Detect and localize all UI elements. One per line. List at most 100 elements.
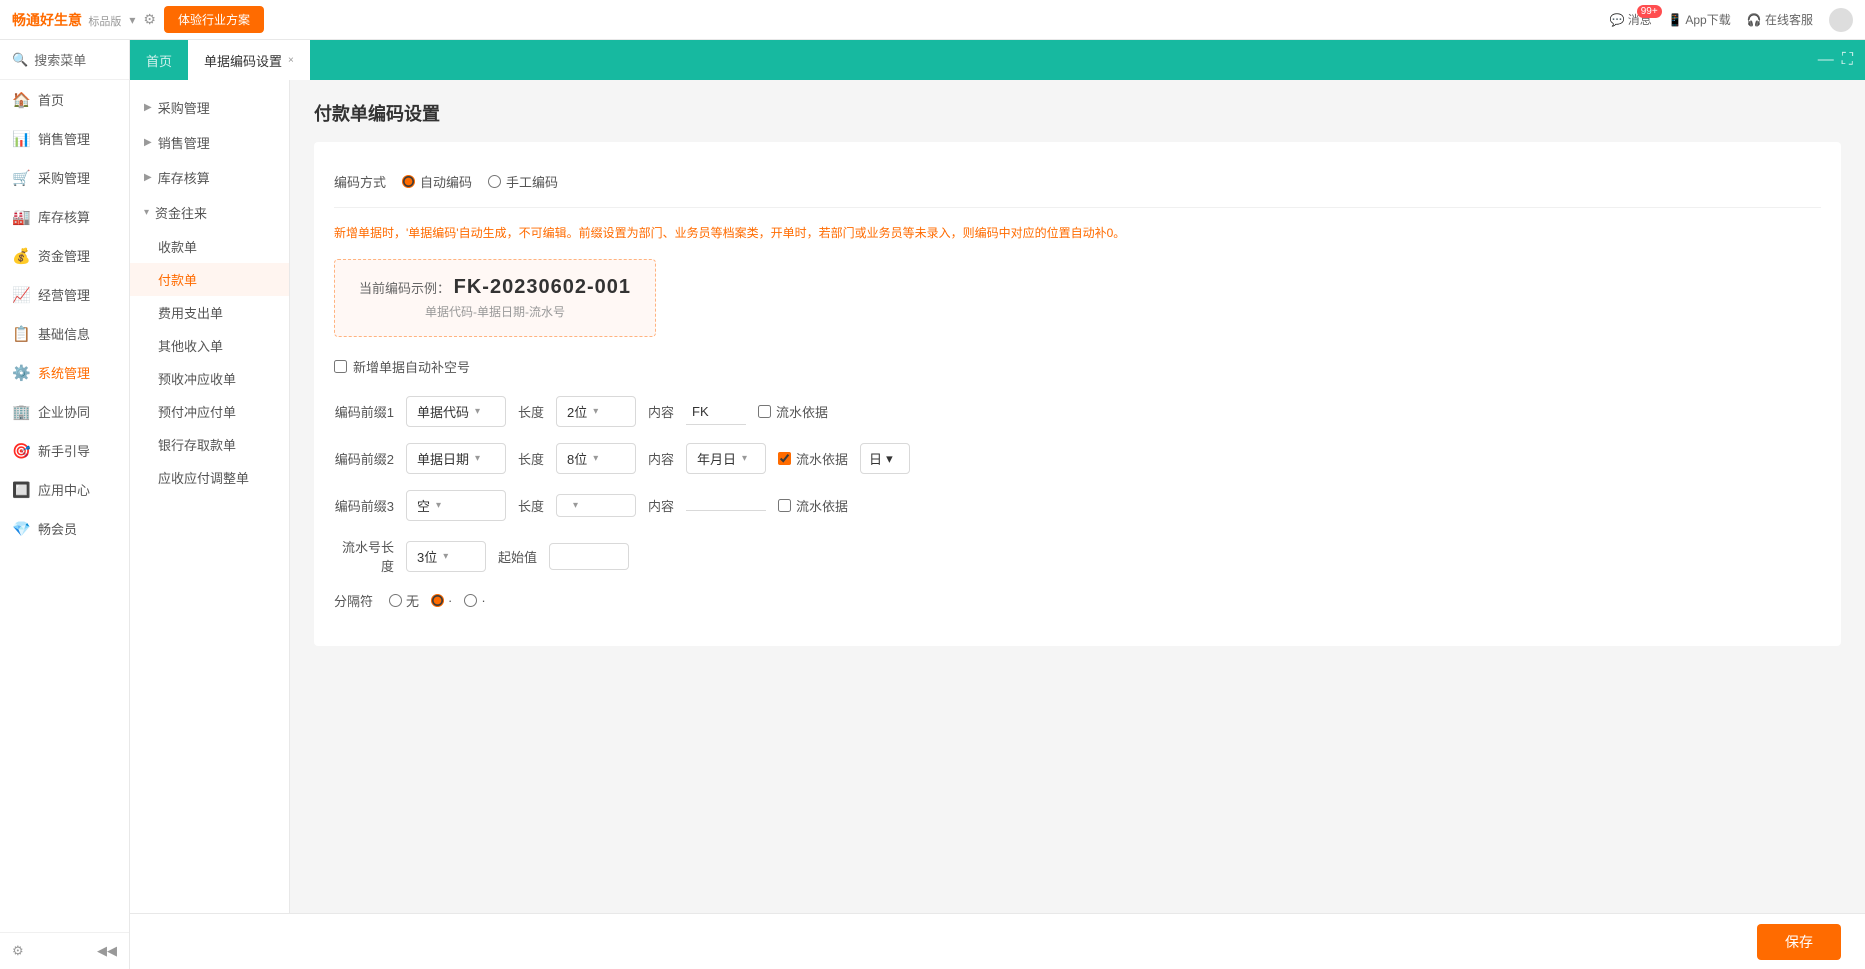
basic-icon: 📋 xyxy=(12,325,30,343)
sidebar-collapse-icon[interactable]: ◀◀ xyxy=(97,943,117,959)
home-icon: 🏠 xyxy=(12,91,30,109)
prefix2-content-select[interactable]: 年月日 ▾ xyxy=(686,443,766,474)
prefix3-type-select[interactable]: 空 ▾ xyxy=(406,490,506,521)
prefix2-period-arrow: ▾ xyxy=(886,451,893,467)
sales-icon: 📊 xyxy=(12,130,30,148)
sidebar-item-purchase[interactable]: 🛒 采购管理 xyxy=(0,158,129,197)
nav-item-receipt[interactable]: 收款单 xyxy=(130,230,289,263)
nav-item-pre-receive[interactable]: 预收冲应收单 xyxy=(130,362,289,395)
nav-arrow-finance: ▾ xyxy=(144,207,149,218)
prefix2-row: 编码前缀2 单据日期 ▾ 长度 8位 ▾ 内容 年月日 xyxy=(334,443,1821,474)
separator-label: 分隔符 xyxy=(334,591,373,610)
prefix3-watermark-checkbox[interactable] xyxy=(778,499,791,512)
separator-radio-group: 无 · · xyxy=(389,591,486,610)
sidebar-item-apps[interactable]: 🔲 应用中心 xyxy=(0,470,129,509)
top-bar-left: 畅通好生意 标品版 ▾ ⚙ 体验行业方案 xyxy=(12,6,1600,33)
serial-row: 流水号长度 3位 ▾ 起始值 1 xyxy=(334,537,1821,575)
sidebar-item-inventory[interactable]: 🏭 库存核算 xyxy=(0,197,129,236)
nav-item-bank[interactable]: 银行存取款单 xyxy=(130,428,289,461)
auto-fill-checkbox[interactable] xyxy=(334,360,347,373)
dropdown-arrow-icon[interactable]: ▾ xyxy=(129,13,135,27)
code-desc: 单据代码-单据日期-流水号 xyxy=(359,303,631,320)
nav-group-inventory[interactable]: ▶ 库存核算 xyxy=(130,160,289,195)
serial-start-input[interactable]: 1 xyxy=(549,543,629,570)
separator-dot-radio[interactable]: · xyxy=(431,593,452,608)
sidebar-item-home[interactable]: 🏠 首页 xyxy=(0,80,129,119)
prefix2-watermark-checkbox-label[interactable]: 流水依据 xyxy=(778,449,848,468)
nav-group-finance[interactable]: ▾ 资金往来 xyxy=(130,195,289,230)
prefix1-content-label: 内容 xyxy=(648,402,674,421)
prefix1-label: 编码前缀1 xyxy=(334,402,394,421)
user-avatar[interactable] xyxy=(1829,8,1853,32)
nav-item-expense[interactable]: 费用支出单 xyxy=(130,296,289,329)
sidebar-gear-icon[interactable]: ⚙ xyxy=(12,943,24,959)
search-menu-button[interactable]: 🔍 搜索菜单 xyxy=(0,40,129,80)
sidebar-item-operation[interactable]: 📈 经营管理 xyxy=(0,275,129,314)
serial-length-label: 流水号长度 xyxy=(334,537,394,575)
app-download-button[interactable]: 📱 App下载 xyxy=(1668,11,1731,28)
brand-label: 畅通好生意 标品版 xyxy=(12,10,121,30)
inventory-icon: 🏭 xyxy=(12,208,30,226)
prefix3-select-arrow: ▾ xyxy=(436,500,441,511)
sidebar-item-enterprise[interactable]: 🏢 企业协同 xyxy=(0,392,129,431)
maximize-icon[interactable]: ⛶ xyxy=(1842,51,1853,69)
save-button[interactable]: 保存 xyxy=(1757,924,1841,960)
nav-item-payment[interactable]: 付款单 xyxy=(130,263,289,296)
separator-none-radio[interactable]: 无 xyxy=(389,591,419,610)
separator-row: 分隔符 无 · · xyxy=(334,591,1821,610)
tab-encoding-settings[interactable]: 单据编码设置 × xyxy=(188,40,310,80)
prefix2-type-select[interactable]: 单据日期 ▾ xyxy=(406,443,506,474)
prefix1-length-arrow: ▾ xyxy=(593,406,598,417)
serial-length-select[interactable]: 3位 ▾ xyxy=(406,541,486,572)
sidebar-item-finance[interactable]: 💰 资金管理 xyxy=(0,236,129,275)
newbie-icon: 🎯 xyxy=(12,442,30,460)
prefix1-watermark-checkbox[interactable] xyxy=(758,405,771,418)
prefix1-watermark-checkbox-label[interactable]: 流水依据 xyxy=(758,402,828,421)
separator-dash-radio[interactable]: · xyxy=(464,593,485,608)
minimize-icon[interactable]: — xyxy=(1818,51,1834,69)
message-badge: 99+ xyxy=(1637,5,1662,18)
prefix2-period-select[interactable]: 日 ▾ xyxy=(860,443,910,474)
experience-button[interactable]: 体验行业方案 xyxy=(164,6,264,33)
auto-code-radio[interactable]: 自动编码 xyxy=(402,172,472,191)
prefix1-select-arrow: ▾ xyxy=(475,406,480,417)
prefix3-length-select[interactable]: ▾ xyxy=(556,494,636,517)
encode-method-radio-group: 自动编码 手工编码 xyxy=(402,172,558,191)
serial-start-label: 起始值 xyxy=(498,547,537,566)
tab-close-button[interactable]: × xyxy=(288,55,294,66)
prefix2-content-label: 内容 xyxy=(648,449,674,468)
message-button[interactable]: 💬 消息 99+ xyxy=(1610,11,1652,28)
auto-fill-row: 新增单据自动补空号 xyxy=(334,357,1821,376)
code-example-label: 当前编码示例： FK-20230602-001 xyxy=(359,276,631,299)
gear-icon[interactable]: ⚙ xyxy=(143,11,156,28)
settings-card: 编码方式 自动编码 手工编码 xyxy=(314,142,1841,646)
nav-item-pre-pay[interactable]: 预付冲应付单 xyxy=(130,395,289,428)
prefix1-content-value: FK xyxy=(686,399,746,425)
online-service-button[interactable]: 🎧 在线客服 xyxy=(1747,11,1813,28)
tab-home[interactable]: 首页 xyxy=(130,40,188,80)
nav-arrow-purchase: ▶ xyxy=(144,102,152,113)
prefix3-watermark-checkbox-label[interactable]: 流水依据 xyxy=(778,496,848,515)
prefix2-label: 编码前缀2 xyxy=(334,449,394,468)
main-layout: 🔍 搜索菜单 🏠 首页 📊 销售管理 🛒 采购管理 🏭 库存核算 💰 资金管理 … xyxy=(0,40,1865,969)
sidebar-item-basic[interactable]: 📋 基础信息 xyxy=(0,314,129,353)
sidebar-item-system[interactable]: ⚙️ 系统管理 xyxy=(0,353,129,392)
tab-bar: 首页 单据编码设置 × — ⛶ xyxy=(130,40,1865,80)
manual-code-radio[interactable]: 手工编码 xyxy=(488,172,558,191)
page-title: 付款单编码设置 xyxy=(314,100,1841,126)
sidebar-item-sales[interactable]: 📊 销售管理 xyxy=(0,119,129,158)
prefix2-watermark-checkbox[interactable] xyxy=(778,452,791,465)
prefix1-type-select[interactable]: 单据代码 ▾ xyxy=(406,396,506,427)
sidebar-item-newbie[interactable]: 🎯 新手引导 xyxy=(0,431,129,470)
enterprise-icon: 🏢 xyxy=(12,403,30,421)
prefix1-length-select[interactable]: 2位 ▾ xyxy=(556,396,636,427)
nav-group-purchase[interactable]: ▶ 采购管理 xyxy=(130,90,289,125)
prefix2-content-arrow: ▾ xyxy=(742,453,747,464)
nav-item-adjustment[interactable]: 应收应付调整单 xyxy=(130,461,289,494)
nav-group-sales[interactable]: ▶ 销售管理 xyxy=(130,125,289,160)
prefix2-length-select[interactable]: 8位 ▾ xyxy=(556,443,636,474)
sidebar-item-member[interactable]: 💎 畅会员 xyxy=(0,509,129,548)
member-icon: 💎 xyxy=(12,520,30,538)
nav-item-other-income[interactable]: 其他收入单 xyxy=(130,329,289,362)
prefix1-length-label: 长度 xyxy=(518,402,544,421)
